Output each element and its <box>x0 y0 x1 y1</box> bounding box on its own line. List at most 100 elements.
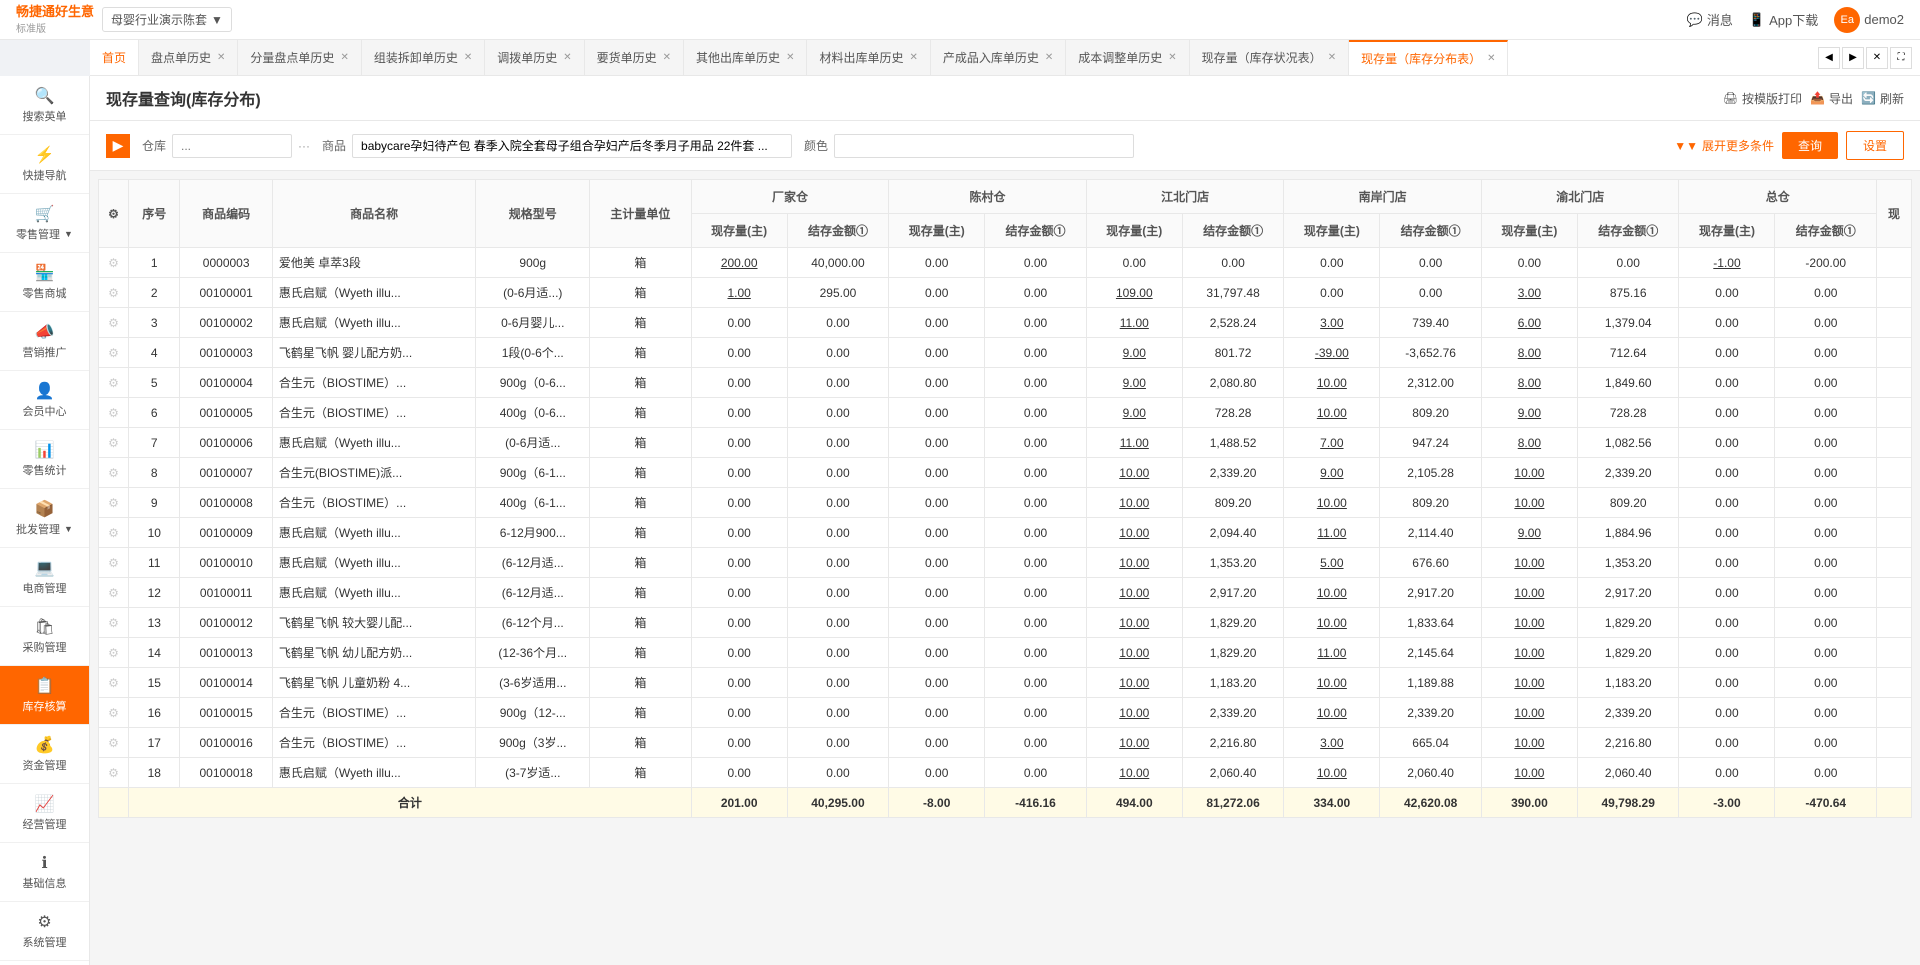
close-icon[interactable]: ✕ <box>563 52 571 63</box>
chenhe-qty-cell[interactable]: 0.00 <box>889 368 985 398</box>
factory-qty-cell[interactable]: 0.00 <box>691 338 787 368</box>
chenhe-qty-cell[interactable]: 0.00 <box>889 488 985 518</box>
jiangbei-qty-cell[interactable]: 109.00 <box>1086 278 1182 308</box>
nanan-qty-cell[interactable]: 5.00 <box>1284 548 1380 578</box>
nanan-qty-cell[interactable]: 10.00 <box>1284 368 1380 398</box>
tab-kucun-dist[interactable]: 现存量（库存分布表） ✕ <box>1349 40 1508 76</box>
chenhe-qty-cell[interactable]: 0.00 <box>889 458 985 488</box>
factory-qty-cell[interactable]: 0.00 <box>691 398 787 428</box>
chenhe-qty-cell[interactable]: 0.00 <box>889 698 985 728</box>
factory-qty-cell[interactable]: 0.00 <box>691 698 787 728</box>
jiangbei-qty-cell[interactable]: 10.00 <box>1086 668 1182 698</box>
sidebar-item-ecommerce[interactable]: 💻 电商管理 <box>0 548 89 607</box>
total-qty-cell[interactable]: 0.00 <box>1679 758 1775 788</box>
nanan-qty-cell[interactable]: -39.00 <box>1284 338 1380 368</box>
close-icon[interactable]: ✕ <box>1487 53 1495 64</box>
close-icon[interactable]: ✕ <box>217 52 225 63</box>
factory-qty-cell[interactable]: 0.00 <box>691 548 787 578</box>
total-qty-cell[interactable]: 0.00 <box>1679 308 1775 338</box>
jiangbei-qty-cell[interactable]: 9.00 <box>1086 398 1182 428</box>
yubei-qty-cell[interactable]: 3.00 <box>1481 278 1577 308</box>
yubei-qty-cell[interactable]: 10.00 <box>1481 668 1577 698</box>
factory-qty-cell[interactable]: 0.00 <box>691 728 787 758</box>
warehouse-dots[interactable]: ··· <box>298 139 310 153</box>
total-qty-cell[interactable]: 0.00 <box>1679 428 1775 458</box>
tab-pandian[interactable]: 盘点单历史 ✕ <box>139 40 238 76</box>
yubei-qty-cell[interactable]: 9.00 <box>1481 518 1577 548</box>
total-qty-cell[interactable]: 0.00 <box>1679 368 1775 398</box>
yubei-qty-cell[interactable]: 8.00 <box>1481 338 1577 368</box>
factory-qty-cell[interactable]: 0.00 <box>691 518 787 548</box>
yubei-qty-cell[interactable]: 9.00 <box>1481 398 1577 428</box>
jiangbei-qty-cell[interactable]: 10.00 <box>1086 698 1182 728</box>
total-qty-cell[interactable]: 0.00 <box>1679 698 1775 728</box>
yubei-qty-cell[interactable]: 10.00 <box>1481 728 1577 758</box>
sidebar-item-inventory[interactable]: 📋 库存核算 <box>0 666 89 725</box>
total-qty-cell[interactable]: -1.00 <box>1679 248 1775 278</box>
jiangbei-qty-cell[interactable]: 11.00 <box>1086 428 1182 458</box>
yubei-qty-cell[interactable]: 10.00 <box>1481 638 1577 668</box>
total-qty-cell[interactable]: 0.00 <box>1679 608 1775 638</box>
chenhe-qty-cell[interactable]: 0.00 <box>889 428 985 458</box>
tab-fenpandian[interactable]: 分量盘点单历史 ✕ <box>238 40 361 76</box>
jiangbei-qty-cell[interactable]: 10.00 <box>1086 638 1182 668</box>
jiangbei-qty-cell[interactable]: 10.00 <box>1086 758 1182 788</box>
yubei-qty-cell[interactable]: 8.00 <box>1481 368 1577 398</box>
tabs-next-btn[interactable]: ▶ <box>1842 47 1864 69</box>
jiangbei-qty-cell[interactable]: 10.00 <box>1086 548 1182 578</box>
yubei-qty-cell[interactable]: 10.00 <box>1481 578 1577 608</box>
factory-qty-cell[interactable]: 1.00 <box>691 278 787 308</box>
nanan-qty-cell[interactable]: 7.00 <box>1284 428 1380 458</box>
total-qty-cell[interactable]: 0.00 <box>1679 458 1775 488</box>
sidebar-item-wholesale[interactable]: 📦 批发管理 ▼ <box>0 489 89 548</box>
sidebar-item-collab[interactable]: 🤝 企业协同 <box>0 961 89 965</box>
nanan-qty-cell[interactable]: 11.00 <box>1284 518 1380 548</box>
total-qty-cell[interactable]: 0.00 <box>1679 518 1775 548</box>
jiangbei-qty-cell[interactable]: 10.00 <box>1086 518 1182 548</box>
chenhe-qty-cell[interactable]: 0.00 <box>889 638 985 668</box>
yubei-qty-cell[interactable]: 10.00 <box>1481 758 1577 788</box>
sidebar-item-member[interactable]: 👤 会员中心 <box>0 371 89 430</box>
close-icon[interactable]: ✕ <box>1168 52 1176 63</box>
app-download-btn[interactable]: 📱 App下载 <box>1749 10 1818 29</box>
nanan-qty-cell[interactable]: 9.00 <box>1284 458 1380 488</box>
tab-yaohuo[interactable]: 要货单历史 ✕ <box>585 40 684 76</box>
total-qty-cell[interactable]: 0.00 <box>1679 548 1775 578</box>
nanan-qty-cell[interactable]: 10.00 <box>1284 578 1380 608</box>
tab-chanruku[interactable]: 产成品入库单历史 ✕ <box>931 40 1066 76</box>
close-icon[interactable]: ✕ <box>663 52 671 63</box>
total-qty-cell[interactable]: 0.00 <box>1679 488 1775 518</box>
tab-diaob[interactable]: 调拨单历史 ✕ <box>485 40 584 76</box>
expand-more-btn[interactable]: ▼▼ 展开更多条件 <box>1674 137 1774 154</box>
color-input[interactable] <box>834 134 1134 158</box>
factory-qty-cell[interactable]: 0.00 <box>691 488 787 518</box>
chenhe-qty-cell[interactable]: 0.00 <box>889 518 985 548</box>
user-area[interactable]: Ea demo2 <box>1834 7 1904 33</box>
sidebar-item-retail-mall[interactable]: 🏪 零售商城 <box>0 253 89 312</box>
factory-qty-cell[interactable]: 0.00 <box>691 758 787 788</box>
yubei-qty-cell[interactable]: 8.00 <box>1481 428 1577 458</box>
chenhe-qty-cell[interactable]: 0.00 <box>889 668 985 698</box>
refresh-btn[interactable]: 🔄 刷新 <box>1861 90 1904 107</box>
nanan-qty-cell[interactable]: 10.00 <box>1284 488 1380 518</box>
query-btn[interactable]: 查询 <box>1782 132 1838 159</box>
factory-qty-cell[interactable]: 0.00 <box>691 668 787 698</box>
sidebar-item-retail-stats[interactable]: 📊 零售统计 <box>0 430 89 489</box>
total-qty-cell[interactable]: 0.00 <box>1679 728 1775 758</box>
yubei-qty-cell[interactable]: 0.00 <box>1481 248 1577 278</box>
sidebar-item-search[interactable]: 🔍 搜索英单 <box>0 76 89 135</box>
sidebar-item-finance[interactable]: 💰 资金管理 <box>0 725 89 784</box>
jiangbei-qty-cell[interactable]: 10.00 <box>1086 608 1182 638</box>
tabs-close-btn[interactable]: ✕ <box>1866 47 1888 69</box>
export-btn[interactable]: 📤 导出 <box>1810 90 1853 107</box>
tab-qtchuku[interactable]: 其他出库单历史 ✕ <box>684 40 807 76</box>
tab-clchuku[interactable]: 材料出库单历史 ✕ <box>807 40 930 76</box>
factory-qty-cell[interactable]: 0.00 <box>691 368 787 398</box>
total-qty-cell[interactable]: 0.00 <box>1679 338 1775 368</box>
tab-home[interactable]: 首页 <box>90 40 139 76</box>
chenhe-qty-cell[interactable]: 0.00 <box>889 728 985 758</box>
total-qty-cell[interactable]: 0.00 <box>1679 398 1775 428</box>
chenhe-qty-cell[interactable]: 0.00 <box>889 278 985 308</box>
chenhe-qty-cell[interactable]: 0.00 <box>889 338 985 368</box>
tenant-selector[interactable]: 母婴行业演示陈套 ▼ <box>102 7 232 32</box>
